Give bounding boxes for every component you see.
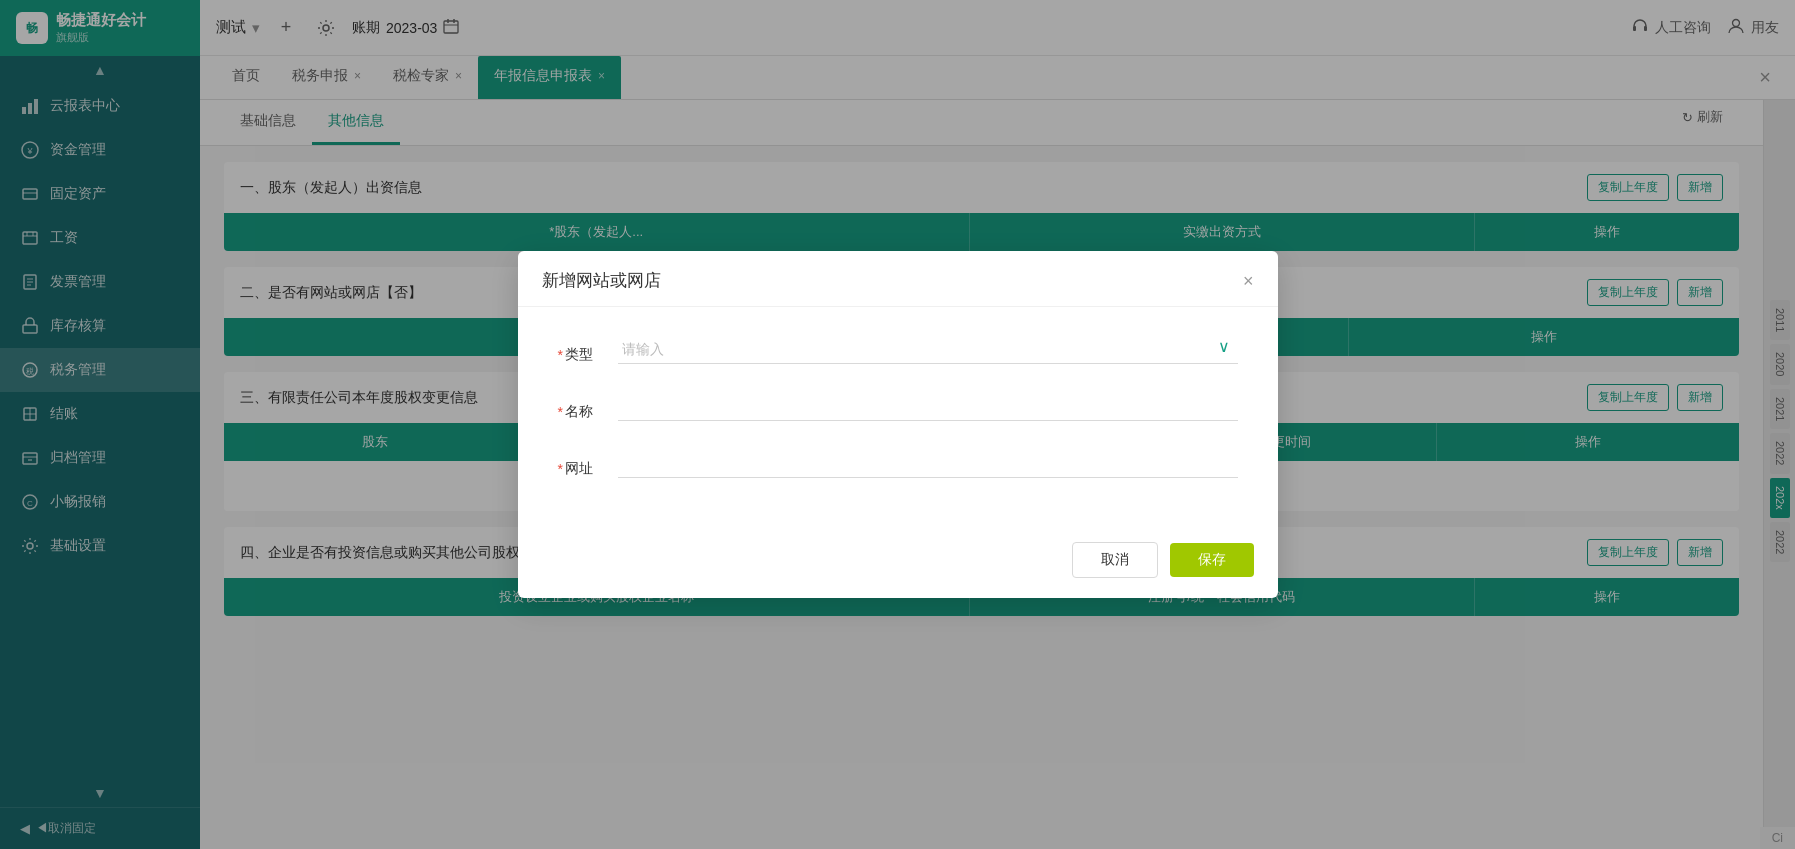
modal-header: 新增网站或网店 × [518, 251, 1278, 307]
url-input[interactable] [618, 449, 1238, 478]
modal-add-website: 新增网站或网店 × * 类型 ∨ * 名称 [518, 251, 1278, 598]
name-input-wrap [618, 392, 1238, 421]
type-label: * 类型 [558, 346, 618, 364]
type-input-wrap: ∨ [618, 335, 1238, 364]
name-required-mark: * [558, 404, 563, 420]
modal-body: * 类型 ∨ * 名称 * [518, 307, 1278, 530]
name-label: * 名称 [558, 403, 618, 421]
type-input[interactable] [618, 335, 1238, 364]
name-label-text: 名称 [565, 403, 593, 421]
modal-close-button[interactable]: × [1243, 272, 1254, 290]
cancel-button[interactable]: 取消 [1072, 542, 1158, 578]
save-button[interactable]: 保存 [1170, 543, 1254, 577]
url-label: * 网址 [558, 460, 618, 478]
name-input[interactable] [618, 392, 1238, 421]
form-row-type: * 类型 ∨ [558, 335, 1238, 364]
form-row-name: * 名称 [558, 392, 1238, 421]
url-input-wrap [618, 449, 1238, 478]
url-required-mark: * [558, 461, 563, 477]
modal-footer: 取消 保存 [518, 530, 1278, 598]
url-label-text: 网址 [565, 460, 593, 478]
modal-title: 新增网站或网店 [542, 269, 661, 292]
type-label-text: 类型 [565, 346, 593, 364]
modal-overlay: 新增网站或网店 × * 类型 ∨ * 名称 [0, 0, 1795, 849]
type-required-mark: * [558, 347, 563, 363]
form-row-url: * 网址 [558, 449, 1238, 478]
